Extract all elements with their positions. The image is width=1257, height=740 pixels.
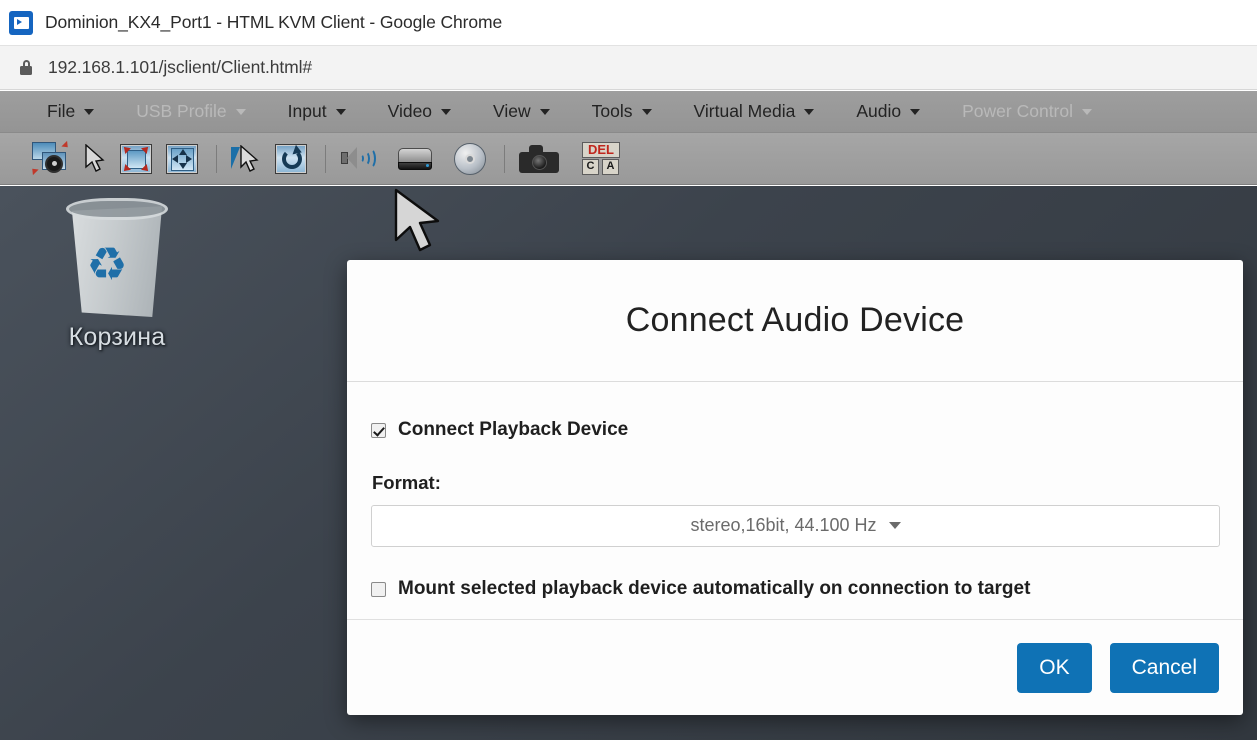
arrow-cursor — [392, 188, 450, 258]
format-select[interactable]: stereo,16bit, 44.100 Hz — [371, 504, 1220, 547]
recycle-bin-icon: ♻ — [58, 196, 176, 321]
menu-item-view[interactable]: View — [493, 91, 550, 132]
toolbar-separator — [504, 144, 505, 173]
menu-item-virtual-media[interactable]: Virtual Media — [694, 91, 815, 132]
dialog-header: Connect Audio Device — [347, 260, 1243, 382]
format-label: Format: — [372, 471, 441, 493]
menu-item-video-label: Video — [387, 100, 433, 121]
chevron-down-icon — [539, 108, 550, 115]
dialog-body: Connect Playback Device Format: stereo,1… — [347, 382, 1243, 619]
menu-item-audio[interactable]: Audio — [856, 91, 921, 132]
fit-to-window-icon[interactable] — [120, 143, 152, 174]
menu-item-view-label: View — [493, 100, 531, 121]
browser-address-bar[interactable]: 192.168.1.101/jsclient/Client.html# — [0, 45, 1257, 90]
chevron-down-icon — [84, 108, 95, 115]
menu-item-power-control-label: Power Control — [962, 100, 1074, 121]
menu-item-video[interactable]: Video — [387, 91, 452, 132]
audio-speaker-icon[interactable] — [340, 144, 376, 174]
menu-item-virtual-media-label: Virtual Media — [693, 100, 796, 121]
chevron-down-icon — [1082, 108, 1093, 115]
dual-cursor-sync-icon[interactable] — [231, 144, 261, 174]
menu-item-usb-profile-label: USB Profile — [136, 100, 227, 121]
automount-row[interactable]: Mount selected playback device automatic… — [371, 578, 1219, 601]
kvm-app-icon — [9, 10, 33, 35]
menu-item-input[interactable]: Input — [288, 91, 346, 132]
menu-item-file-label: File — [47, 100, 76, 121]
cd-dvd-icon[interactable] — [454, 142, 486, 175]
ctrl-alt-del-icon[interactable]: DEL C A — [581, 141, 621, 176]
connect-playback-device-label: Connect Playback Device — [398, 419, 629, 440]
automount-label: Mount selected playback device automatic… — [398, 577, 1031, 599]
chevron-down-icon — [641, 108, 652, 115]
chevron-down-icon — [441, 108, 452, 115]
ctrl-key-label: C — [582, 158, 599, 175]
menu-item-input-label: Input — [287, 100, 327, 121]
menu-item-audio-label: Audio — [856, 100, 902, 121]
dialog-footer: OK Cancel — [347, 619, 1243, 715]
kvm-app-icon-glyph — [13, 16, 29, 29]
scaling-move-icon[interactable] — [166, 143, 198, 174]
chevron-down-icon — [804, 108, 815, 115]
desktop-icon-recycle-bin[interactable]: ♻ Корзина — [42, 196, 192, 352]
kvm-menu-bar: File USB Profile Input Video View Tools … — [0, 91, 1257, 133]
chevron-down-icon — [335, 108, 346, 115]
kvm-client-window: Dominion_KX4_Port1 - HTML KVM Client - G… — [0, 0, 1257, 740]
connection-settings-icon[interactable] — [29, 140, 71, 176]
menu-item-tools[interactable]: Tools — [592, 91, 652, 132]
menu-item-file[interactable]: File — [47, 91, 95, 132]
menu-item-power-control[interactable]: Power Control — [962, 91, 1093, 132]
chevron-down-icon — [888, 522, 901, 530]
address-bar-url[interactable]: 192.168.1.101/jsclient/Client.html# — [48, 57, 312, 78]
kvm-toolbar: DEL C A — [0, 133, 1257, 185]
toolbar-separator — [325, 144, 326, 173]
browser-title-bar: Dominion_KX4_Port1 - HTML KVM Client - G… — [0, 0, 1257, 45]
chevron-down-icon — [235, 108, 246, 115]
browser-window-title: Dominion_KX4_Port1 - HTML KVM Client - G… — [45, 12, 503, 32]
lock-icon — [20, 60, 32, 75]
menu-item-usb-profile[interactable]: USB Profile — [136, 91, 246, 132]
connect-playback-device-row[interactable]: Connect Playback Device — [371, 419, 1219, 442]
dialog-title: Connect Audio Device — [625, 301, 965, 339]
refresh-screen-icon[interactable] — [275, 143, 307, 174]
desktop-icon-label: Корзина — [68, 323, 166, 351]
screenshot-camera-icon[interactable] — [519, 144, 559, 173]
recycle-symbol: ♻ — [86, 238, 128, 290]
alt-key-label: A — [602, 158, 619, 175]
connect-audio-device-dialog: Connect Audio Device Connect Playback De… — [347, 260, 1243, 715]
toolbar-separator — [216, 144, 217, 173]
connect-playback-device-checkbox[interactable] — [371, 423, 386, 438]
menu-item-tools-label: Tools — [591, 100, 633, 121]
format-select-value: stereo,16bit, 44.100 Hz — [690, 515, 877, 536]
del-key-label: DEL — [582, 141, 620, 158]
cancel-button[interactable]: Cancel — [1109, 642, 1219, 693]
mouse-pointer-icon[interactable] — [84, 143, 106, 174]
automount-checkbox[interactable] — [371, 581, 386, 597]
hard-drive-icon[interactable] — [396, 144, 434, 174]
ok-button[interactable]: OK — [1017, 642, 1092, 693]
chevron-down-icon — [910, 108, 921, 115]
